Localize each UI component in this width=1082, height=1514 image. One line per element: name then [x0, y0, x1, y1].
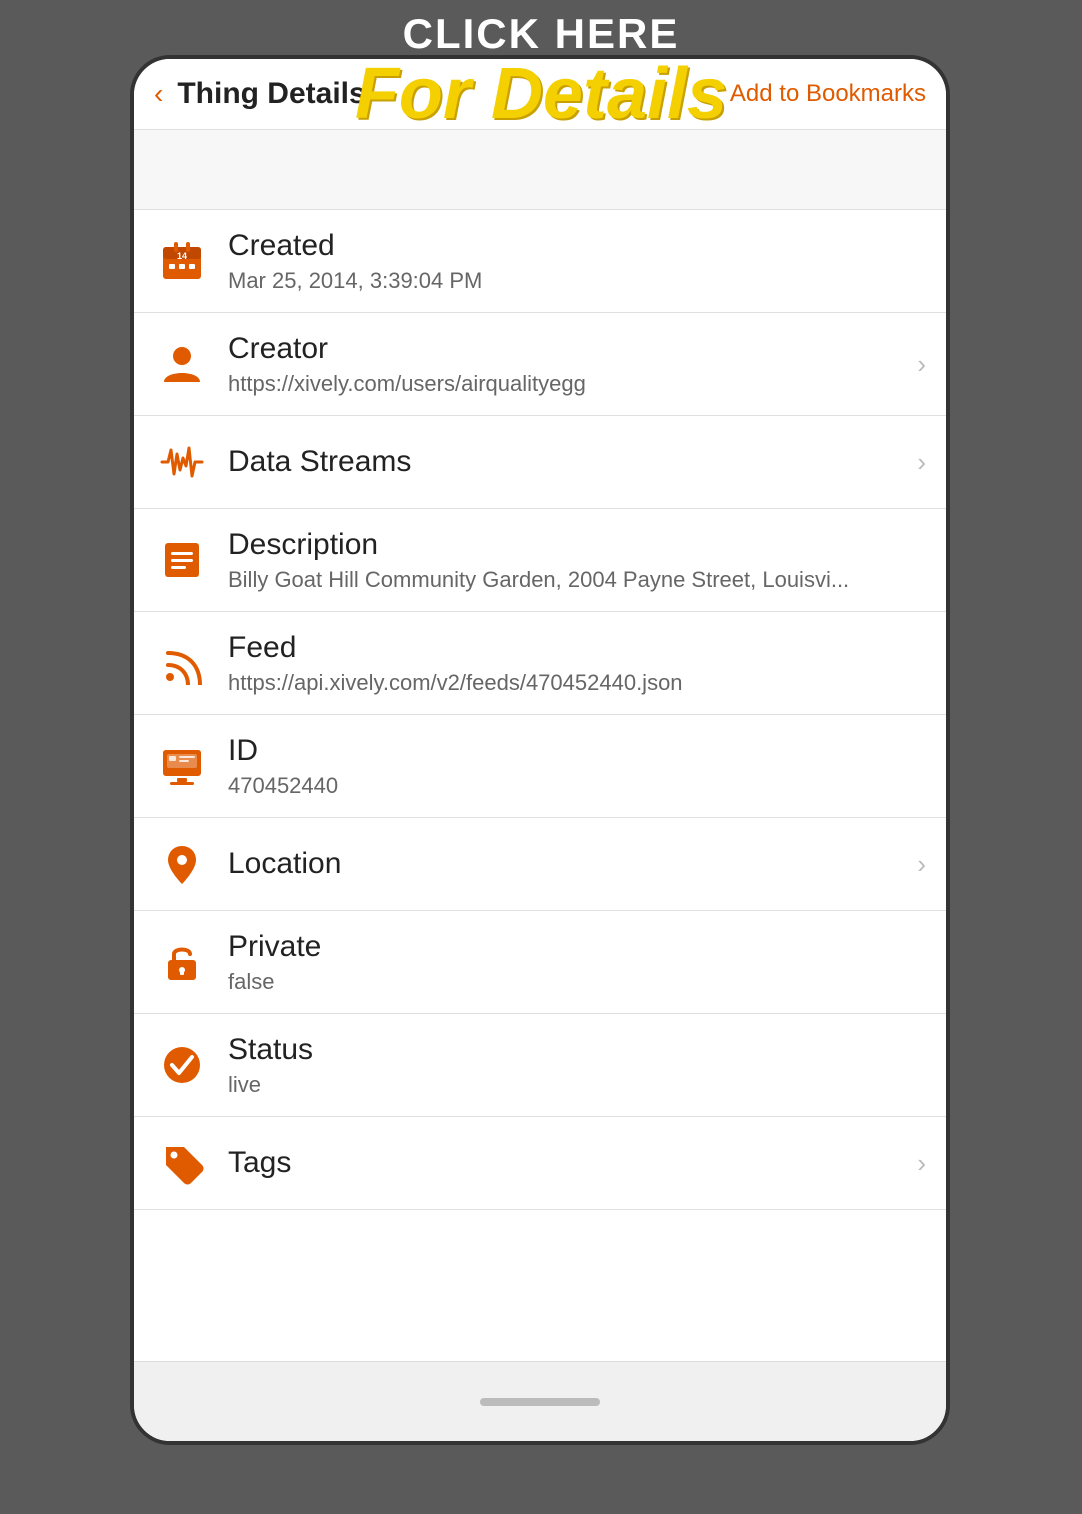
- status-title: Status: [228, 1032, 926, 1068]
- person-icon: [154, 336, 210, 392]
- tag-icon: [154, 1135, 210, 1191]
- feed-content: Feed https://api.xively.com/v2/feeds/470…: [228, 630, 926, 696]
- svg-text:14: 14: [177, 251, 187, 261]
- data-streams-content: Data Streams: [228, 444, 907, 480]
- calendar-icon: 14: [154, 233, 210, 289]
- list-item[interactable]: Data Streams ›: [134, 416, 946, 509]
- list-item: Feed https://api.xively.com/v2/feeds/470…: [134, 612, 946, 715]
- feed-title: Feed: [228, 630, 926, 666]
- created-content: Created Mar 25, 2014, 3:39:04 PM: [228, 228, 926, 294]
- list-item[interactable]: Creator https://xively.com/users/airqual…: [134, 313, 946, 416]
- click-here-text: CLICK HERE: [355, 10, 727, 58]
- created-title: Created: [228, 228, 926, 264]
- page-title: Thing Details: [177, 77, 730, 111]
- bookmark-button[interactable]: Add to Bookmarks: [730, 80, 926, 108]
- details-list: 14 Created Mar 25, 2014, 3:39:04 PM Crea…: [134, 210, 946, 1361]
- chevron-icon: ›: [917, 349, 926, 380]
- description-content: Description Billy Goat Hill Community Ga…: [228, 527, 926, 593]
- back-button[interactable]: ‹: [154, 78, 163, 110]
- header: ‹ Thing Details Add to Bookmarks: [134, 59, 946, 130]
- tags-content: Tags: [228, 1145, 907, 1181]
- list-item: Status live: [134, 1014, 946, 1117]
- waveform-icon: [154, 434, 210, 490]
- chevron-icon: ›: [917, 1148, 926, 1179]
- id-title: ID: [228, 733, 926, 769]
- top-spacer: [134, 130, 946, 210]
- list-item: Description Billy Goat Hill Community Ga…: [134, 509, 946, 612]
- private-title: Private: [228, 929, 926, 965]
- creator-content: Creator https://xively.com/users/airqual…: [228, 331, 907, 397]
- id-content: ID 470452440: [228, 733, 926, 799]
- status-value: live: [228, 1072, 926, 1098]
- status-content: Status live: [228, 1032, 926, 1098]
- list-item[interactable]: Location ›: [134, 818, 946, 911]
- location-title: Location: [228, 846, 907, 882]
- phone-frame: ‹ Thing Details Add to Bookmarks 14: [130, 55, 950, 1445]
- location-pin-icon: [154, 836, 210, 892]
- monitor-icon: [154, 738, 210, 794]
- private-value: false: [228, 969, 926, 995]
- tags-title: Tags: [228, 1145, 907, 1181]
- chevron-icon: ›: [917, 447, 926, 478]
- private-content: Private false: [228, 929, 926, 995]
- home-indicator: [480, 1398, 600, 1406]
- list-item: 14 Created Mar 25, 2014, 3:39:04 PM: [134, 210, 946, 313]
- document-icon: [154, 532, 210, 588]
- location-content: Location: [228, 846, 907, 882]
- creator-value: https://xively.com/users/airqualityegg: [228, 371, 907, 397]
- chevron-icon: ›: [917, 849, 926, 880]
- description-title: Description: [228, 527, 926, 563]
- bottom-bar: [134, 1361, 946, 1441]
- list-item: ID 470452440: [134, 715, 946, 818]
- list-item[interactable]: Tags ›: [134, 1117, 946, 1210]
- description-value: Billy Goat Hill Community Garden, 2004 P…: [228, 567, 926, 593]
- list-item: Private false: [134, 911, 946, 1014]
- creator-title: Creator: [228, 331, 907, 367]
- feed-value: https://api.xively.com/v2/feeds/47045244…: [228, 670, 926, 696]
- id-value: 470452440: [228, 773, 926, 799]
- rss-icon: [154, 635, 210, 691]
- status-check-icon: [154, 1037, 210, 1093]
- data-streams-title: Data Streams: [228, 444, 907, 480]
- created-value: Mar 25, 2014, 3:39:04 PM: [228, 268, 926, 294]
- lock-icon: [154, 934, 210, 990]
